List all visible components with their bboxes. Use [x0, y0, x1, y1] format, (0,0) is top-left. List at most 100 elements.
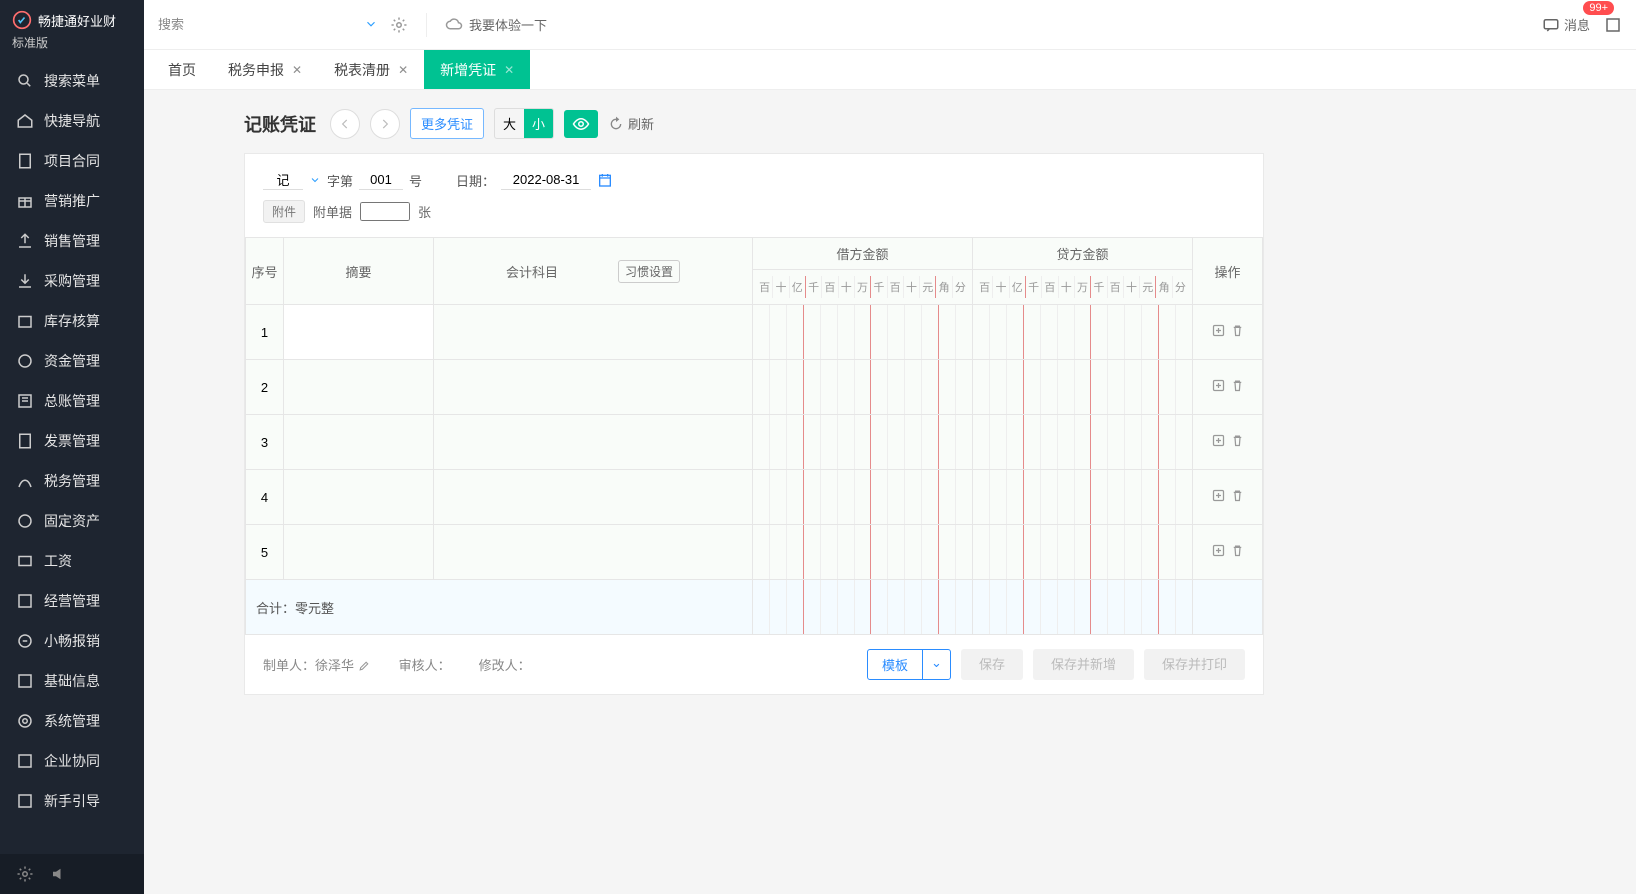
- chevron-right-icon: [378, 117, 392, 131]
- abstract-cell[interactable]: [284, 360, 434, 415]
- search-input[interactable]: [158, 9, 378, 41]
- calendar-icon[interactable]: [597, 172, 613, 188]
- save-new-button: 保存并新增: [1033, 649, 1134, 680]
- debit-cell[interactable]: [753, 470, 973, 525]
- gear-icon[interactable]: [16, 865, 34, 883]
- debit-cell[interactable]: [753, 415, 973, 470]
- sidebar-item-marketing[interactable]: 营销推广: [0, 181, 144, 221]
- sidebar-item-basic[interactable]: 基础信息: [0, 661, 144, 701]
- row-seq: 3: [246, 415, 284, 470]
- sidebar-item-project[interactable]: 项目合同: [0, 141, 144, 181]
- add-row-icon[interactable]: [1211, 433, 1226, 448]
- edit-icon[interactable]: [358, 659, 371, 672]
- col-debit: 借方金额: [753, 238, 973, 270]
- sidebar-item-system[interactable]: 系统管理: [0, 701, 144, 741]
- refresh-button[interactable]: 刷新: [608, 114, 654, 133]
- sidebar-item-ledger[interactable]: 总账管理: [0, 381, 144, 421]
- sidebar-item-guide[interactable]: 新手引导: [0, 781, 144, 821]
- abstract-cell[interactable]: [284, 305, 434, 360]
- tab-home[interactable]: 首页: [152, 50, 212, 89]
- subject-cell[interactable]: [434, 305, 753, 360]
- attach-count-input[interactable]: [360, 202, 410, 221]
- ops-cell: [1193, 470, 1263, 525]
- chevron-down-icon[interactable]: [364, 17, 378, 31]
- sidebar-item-purchase[interactable]: 采购管理: [0, 261, 144, 301]
- settings-button[interactable]: [390, 16, 408, 34]
- word-input[interactable]: [263, 170, 303, 190]
- sidebar-item-fund[interactable]: 资金管理: [0, 341, 144, 381]
- debit-cell[interactable]: [753, 525, 973, 580]
- credit-digits: 百十亿千百十万千百十元角分: [973, 270, 1193, 305]
- close-icon[interactable]: ✕: [292, 63, 302, 77]
- date-input[interactable]: [501, 170, 591, 190]
- sidebar-item-sales[interactable]: 销售管理: [0, 221, 144, 261]
- tab-tax-list[interactable]: 税表清册✕: [318, 50, 424, 89]
- sidebar-item-tax[interactable]: 税务管理: [0, 461, 144, 501]
- message-icon: [1542, 16, 1560, 34]
- sound-icon[interactable]: [50, 865, 68, 883]
- subject-cell[interactable]: [434, 360, 753, 415]
- search-box: [158, 9, 378, 41]
- sidebar-item-search[interactable]: 搜索菜单: [0, 61, 144, 101]
- ops-cell: [1193, 415, 1263, 470]
- cloud-icon: [445, 16, 463, 34]
- sidebar-item-asset[interactable]: 固定资产: [0, 501, 144, 541]
- tab-tax-declare[interactable]: 税务申报✕: [212, 50, 318, 89]
- table-row: 2: [246, 360, 1263, 415]
- upload-icon: [16, 232, 34, 250]
- badge-count: 99+: [1583, 1, 1614, 15]
- credit-cell[interactable]: [973, 415, 1193, 470]
- credit-cell[interactable]: [973, 305, 1193, 360]
- tab-new-voucher[interactable]: 新增凭证✕: [424, 50, 530, 89]
- delete-row-icon[interactable]: [1230, 543, 1245, 558]
- asset-icon: [16, 512, 34, 530]
- topbar: 我要体验一下 消息 99+: [144, 0, 1636, 50]
- more-voucher-button[interactable]: 更多凭证: [410, 108, 484, 139]
- add-row-icon[interactable]: [1211, 378, 1226, 393]
- sidebar-item-quicknav[interactable]: 快捷导航: [0, 101, 144, 141]
- expand-icon[interactable]: [1604, 16, 1622, 34]
- box-icon: [16, 312, 34, 330]
- close-icon[interactable]: ✕: [504, 63, 514, 77]
- abstract-cell[interactable]: [284, 415, 434, 470]
- message-button[interactable]: 消息 99+: [1542, 15, 1590, 34]
- sidebar-item-inventory[interactable]: 库存核算: [0, 301, 144, 341]
- chevron-down-icon[interactable]: [309, 174, 321, 186]
- sidebar-item-salary[interactable]: 工资: [0, 541, 144, 581]
- prev-voucher-button[interactable]: [330, 109, 360, 139]
- template-button[interactable]: 模板⌄: [867, 649, 951, 680]
- habit-setting-button[interactable]: 习惯设置: [618, 260, 680, 283]
- sidebar-item-expense[interactable]: 小畅报销: [0, 621, 144, 661]
- subject-cell[interactable]: [434, 415, 753, 470]
- voucher-toolbar: 记账凭证 更多凭证 大 小 刷新: [244, 108, 1596, 139]
- delete-row-icon[interactable]: [1230, 323, 1245, 338]
- delete-row-icon[interactable]: [1230, 378, 1245, 393]
- subject-cell[interactable]: [434, 470, 753, 525]
- add-row-icon[interactable]: [1211, 488, 1226, 503]
- add-row-icon[interactable]: [1211, 543, 1226, 558]
- size-big[interactable]: 大: [495, 109, 524, 138]
- size-small[interactable]: 小: [524, 109, 553, 138]
- invoice-icon: [16, 432, 34, 450]
- credit-cell[interactable]: [973, 470, 1193, 525]
- subject-cell[interactable]: [434, 525, 753, 580]
- sidebar-item-invoice[interactable]: 发票管理: [0, 421, 144, 461]
- try-button[interactable]: 我要体验一下: [445, 15, 547, 34]
- abstract-cell[interactable]: [284, 525, 434, 580]
- close-icon[interactable]: ✕: [398, 63, 408, 77]
- abstract-input[interactable]: [288, 309, 429, 355]
- attach-chip[interactable]: 附件: [263, 200, 305, 223]
- credit-cell[interactable]: [973, 360, 1193, 415]
- abstract-cell[interactable]: [284, 470, 434, 525]
- next-voucher-button[interactable]: [370, 109, 400, 139]
- debit-cell[interactable]: [753, 305, 973, 360]
- debit-cell[interactable]: [753, 360, 973, 415]
- sidebar-item-operation[interactable]: 经营管理: [0, 581, 144, 621]
- preview-button[interactable]: [564, 110, 598, 138]
- sidebar-item-collab[interactable]: 企业协同: [0, 741, 144, 781]
- credit-cell[interactable]: [973, 525, 1193, 580]
- delete-row-icon[interactable]: [1230, 433, 1245, 448]
- delete-row-icon[interactable]: [1230, 488, 1245, 503]
- add-row-icon[interactable]: [1211, 323, 1226, 338]
- no-input[interactable]: [359, 170, 403, 190]
